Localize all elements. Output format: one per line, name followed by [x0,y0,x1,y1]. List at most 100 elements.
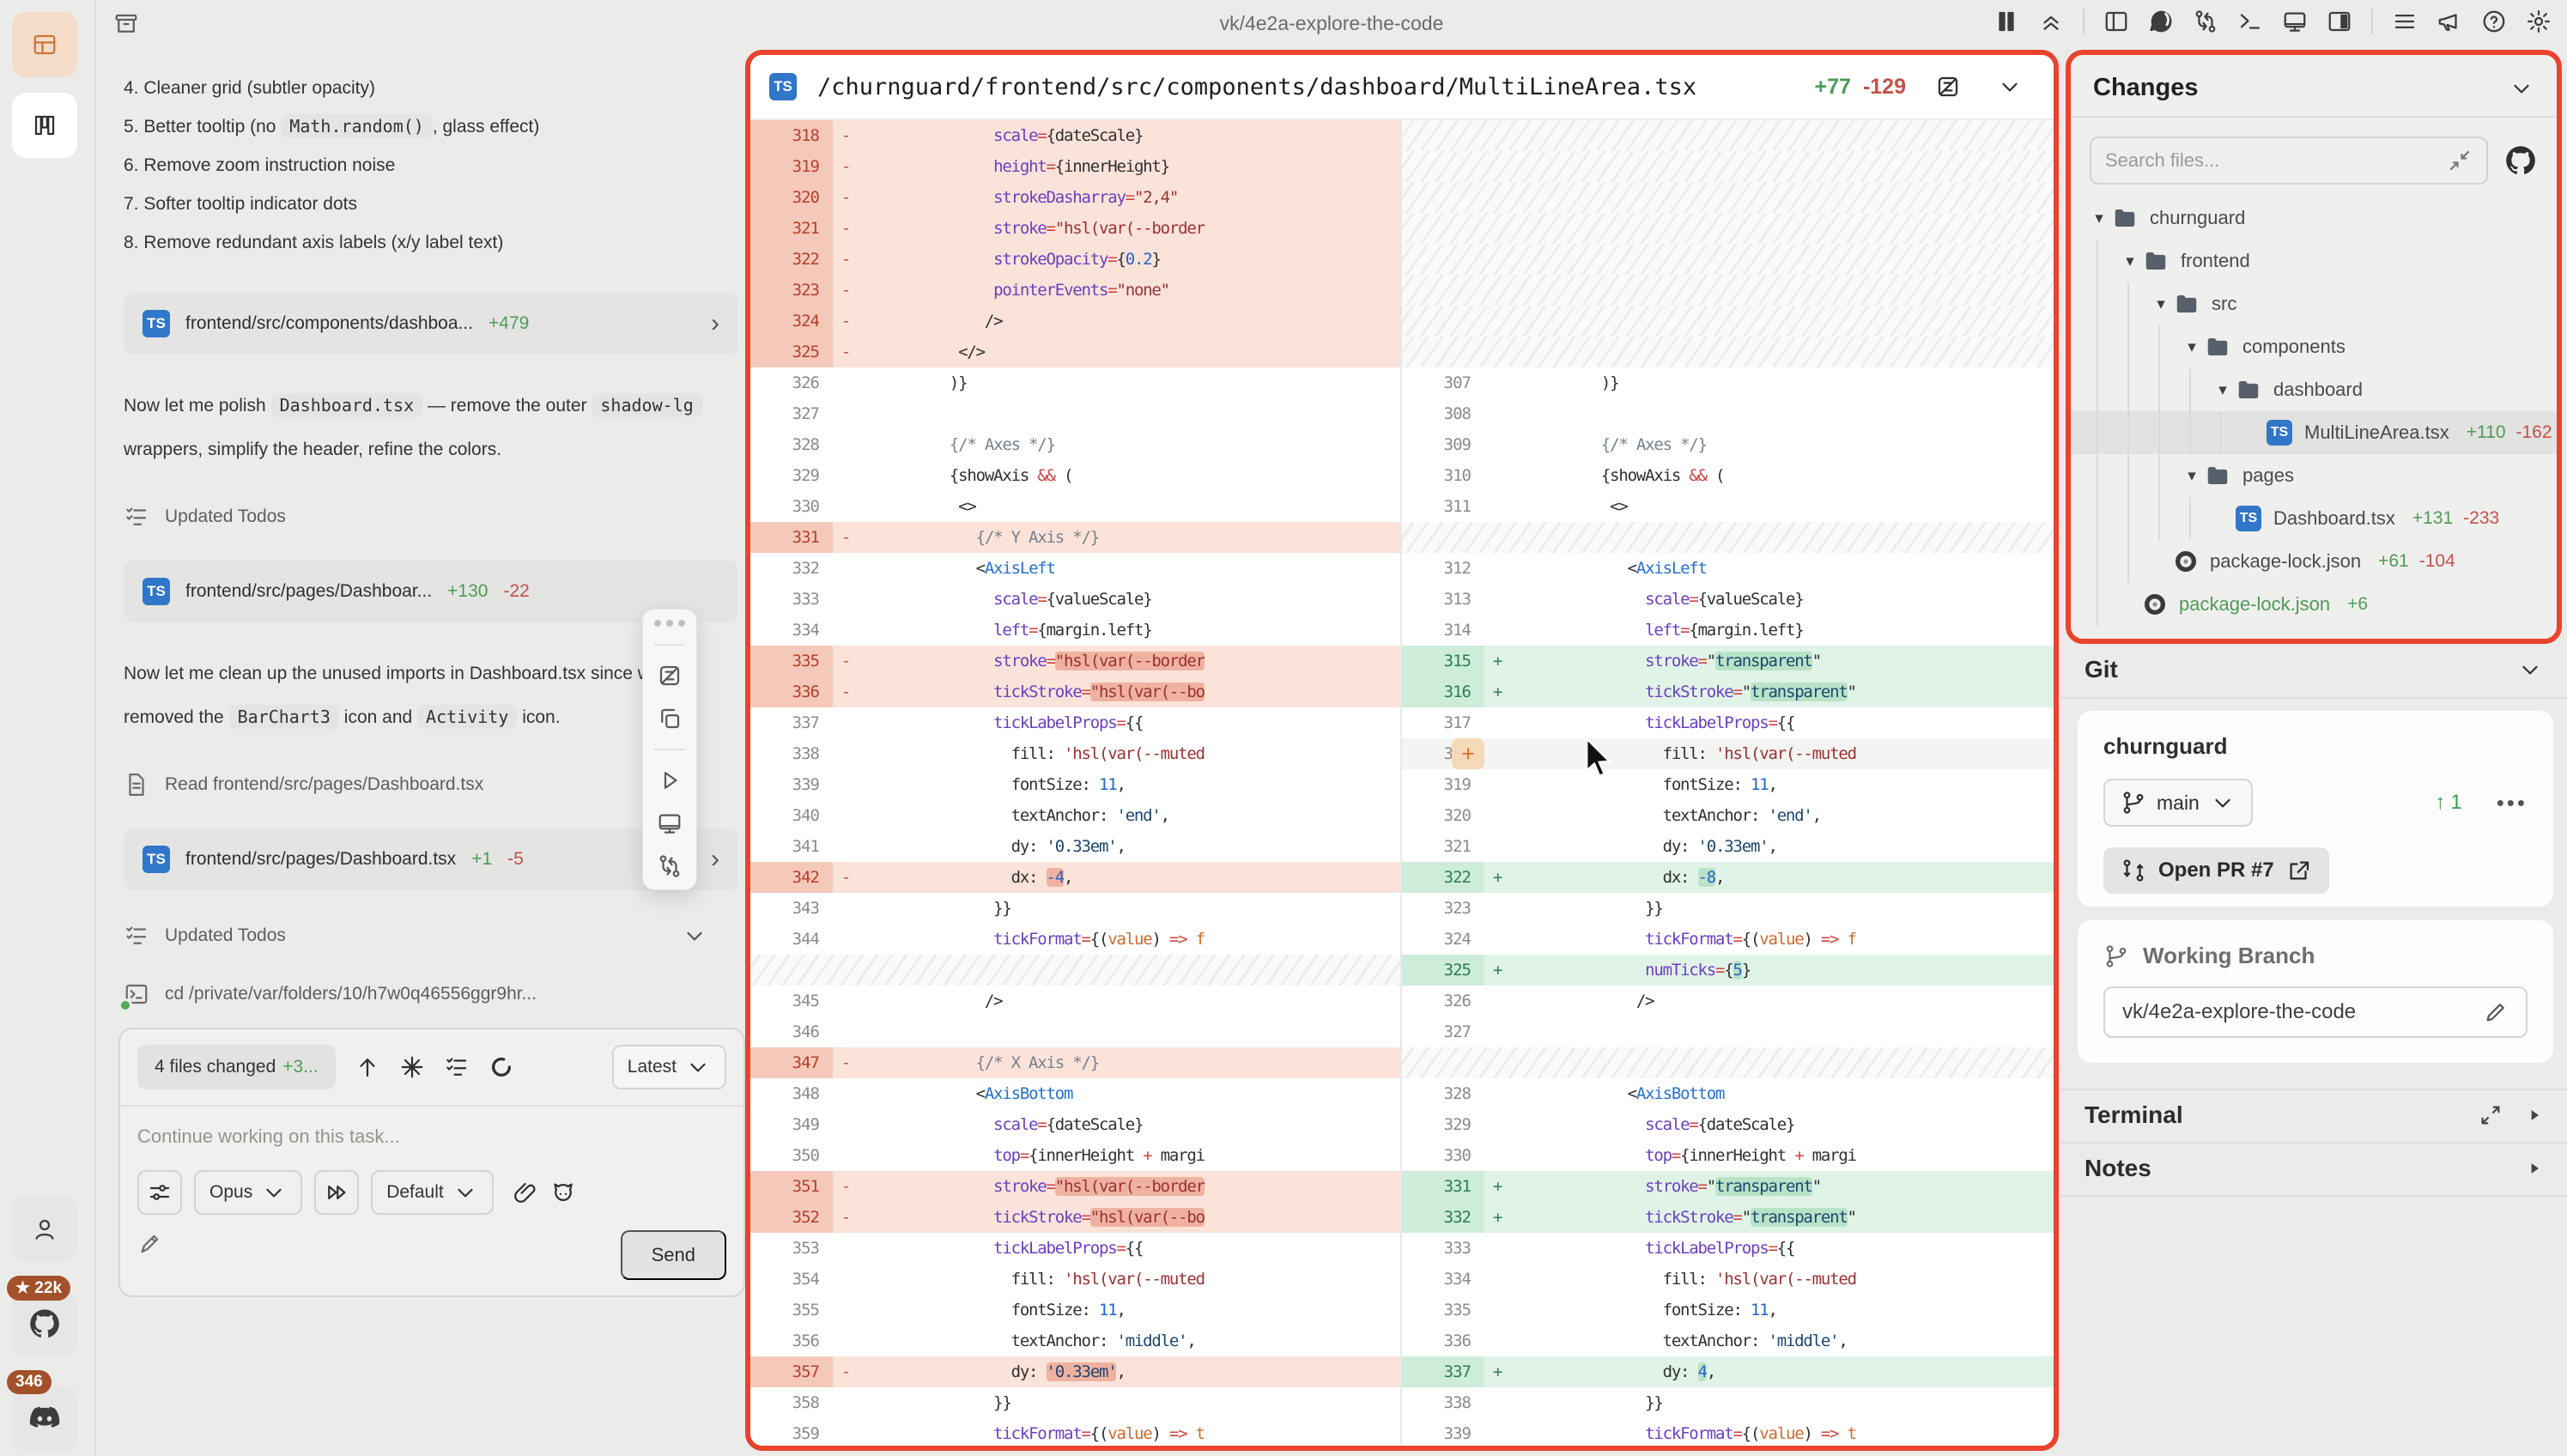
git-section-header[interactable]: Git [2060,656,2567,683]
tool-call-row[interactable]: cd /private/var/folders/10/h7w0q46556ggr… [124,981,730,1007]
rail-columns-button[interactable] [12,93,77,158]
diff-line[interactable]: 315+ stroke="transparent" [1402,646,2054,676]
diff-line[interactable]: 359 tickFormat={(value) => t [750,1418,1402,1449]
todo-list-icon[interactable] [444,1054,470,1080]
rail-layout-button[interactable] [12,12,77,77]
diff-line[interactable]: 332 <AxisLeft [750,553,1402,584]
diff-line[interactable]: 328 {/* Axes */} [750,429,1402,460]
file-diff-chip[interactable]: TSfrontend/src/components/dashboa...+479… [124,293,738,355]
diff-line[interactable]: 325+ numTicks={5} [1402,955,2054,986]
diff-line[interactable]: 317 tickLabelProps={{ [1402,707,2054,738]
more-options-icon[interactable]: ••• [2497,790,2528,816]
diff-icon[interactable] [1935,74,1961,100]
message-input[interactable]: Continue working on this task... [137,1125,726,1148]
tree-item-churnguard[interactable]: ▾churnguard [2071,197,2557,240]
diff-line[interactable]: 347- {/* X Axis */} [750,1047,1402,1078]
diff-line[interactable]: 308 [1402,398,2054,429]
drag-handle-icon[interactable] [654,620,685,627]
diff-line[interactable]: 335 fontSize: 11, [1402,1295,2054,1326]
diff-line[interactable]: 322+ dx: -8, [1402,862,2054,893]
diff-line[interactable]: 307 )} [1402,367,2054,398]
mode-dropdown[interactable]: Default [371,1170,494,1215]
diff-line[interactable]: 330 top={innerHeight + margi [1402,1140,2054,1171]
collapse-icon[interactable] [2447,148,2473,173]
diff-line[interactable]: 323 }} [1402,893,2054,924]
diff-line[interactable]: 338 fill: 'hsl(var(--muted [750,738,1402,769]
discord-button[interactable]: 346 [12,1386,77,1451]
diff-line[interactable]: 341 dy: '0.33em', [750,831,1402,862]
diff-line[interactable]: 349 scale={dateScale} [750,1109,1402,1140]
diff-line[interactable]: 329 {showAxis && ( [750,460,1402,491]
diff-line[interactable]: 357- dy: '0.33em', [750,1356,1402,1387]
diff-line[interactable]: 353 tickLabelProps={{ [750,1233,1402,1264]
diff-line[interactable]: 358 }} [750,1387,1402,1418]
edit-pencil-icon[interactable] [2483,999,2509,1025]
diff-icon[interactable] [657,663,683,689]
tool-call-row[interactable]: Read frontend/src/pages/Dashboard.tsx [124,772,730,798]
diff-line[interactable]: 325- </> [750,337,1402,367]
diff-line[interactable]: 327 [750,398,1402,429]
copy-icon[interactable] [657,706,683,731]
cat-icon[interactable] [550,1180,576,1205]
github-button[interactable]: ★ 22k [12,1291,77,1356]
diff-line[interactable]: 323- pointerEvents="none" [750,275,1402,306]
diff-line[interactable]: 356 textAnchor: 'middle', [750,1326,1402,1356]
tree-item-dashboard[interactable]: ▾dashboard [2071,368,2557,411]
tool-call-row[interactable]: Updated Todos [124,504,730,530]
diff-line[interactable]: 336 textAnchor: 'middle', [1402,1326,2054,1356]
notes-section-header[interactable]: Notes [2060,1144,2567,1193]
open-pr-button[interactable]: Open PR #7 [2103,847,2329,894]
search-files-input[interactable]: Search files... [2090,136,2488,185]
diff-line[interactable]: 344 tickFormat={(value) => f [750,924,1402,955]
tool-call-row[interactable]: Updated Todos [124,923,730,949]
tree-item-src[interactable]: ▾src [2071,282,2557,325]
tree-item-pages[interactable]: ▾pages [2071,454,2557,497]
pause-icon[interactable] [1994,9,2019,34]
diff-line[interactable]: 321- stroke="hsl(var(--border [750,213,1402,244]
chevron-right-icon[interactable] [2526,1107,2543,1124]
diff-line[interactable]: 352- tickStroke="hsl(var(--bo [750,1202,1402,1233]
chevron-down-icon[interactable] [1997,74,2023,100]
diff-line[interactable]: 320- strokeDasharray="2,4" [750,182,1402,213]
chevron-right-icon[interactable] [2526,1160,2543,1177]
diff-line[interactable]: 339 tickFormat={(value) => t [1402,1418,2054,1449]
diff-line[interactable]: 316+ tickStroke="transparent" [1402,676,2054,707]
diff-line[interactable]: 334 fill: 'hsl(var(--muted [1402,1264,2054,1295]
diff-line[interactable]: 326 )} [750,367,1402,398]
diff-line[interactable]: 309 {/* Axes */} [1402,429,2054,460]
diff-line[interactable]: 318+ fill: 'hsl(var(--muted [1402,738,2054,769]
diff-line[interactable]: 334 left={margin.left} [750,615,1402,646]
diff-line[interactable]: 324 tickFormat={(value) => f [1402,924,2054,955]
git-compare-icon[interactable] [657,853,683,879]
burst-icon[interactable] [399,1054,425,1080]
add-comment-button[interactable]: + [1452,738,1484,769]
diff-line[interactable]: 348 <AxisBottom [750,1078,1402,1109]
diff-line[interactable]: 321 dy: '0.33em', [1402,831,2054,862]
diff-line[interactable]: 319 fontSize: 11, [1402,769,2054,800]
account-button[interactable] [12,1197,77,1262]
diff-line[interactable]: 312 <AxisLeft [1402,553,2054,584]
settings-sliders-button[interactable] [137,1170,182,1215]
tree-item-package-lock-json[interactable]: package-lock.json+61-104 [2071,540,2557,583]
paperclip-icon[interactable] [513,1180,538,1205]
tree-item-package-lock-json[interactable]: package-lock.json+6 [2071,583,2557,626]
diff-line[interactable]: 331- {/* Y Axis */} [750,522,1402,553]
send-button[interactable]: Send [621,1230,726,1280]
model-dropdown[interactable]: Opus [194,1170,302,1215]
diff-line[interactable]: 337 tickLabelProps={{ [750,707,1402,738]
diff-line[interactable]: 327 [1402,1016,2054,1047]
diff-line[interactable]: 324- /> [750,306,1402,337]
diff-line[interactable]: 345 /> [750,986,1402,1016]
diff-line[interactable]: 343 }} [750,893,1402,924]
expand-icon[interactable] [2478,1102,2503,1128]
github-icon[interactable] [2503,143,2538,178]
branch-dropdown[interactable]: main [2103,779,2253,827]
diff-line[interactable]: 326 /> [1402,986,2054,1016]
diff-line[interactable]: 318- scale={dateScale} [750,120,1402,151]
diff-line[interactable]: 351- stroke="hsl(var(--border [750,1171,1402,1202]
tree-item-components[interactable]: ▾components [2071,325,2557,368]
diff-line[interactable]: 333 tickLabelProps={{ [1402,1233,2054,1264]
tree-item-frontend[interactable]: ▾frontend [2071,240,2557,282]
diff-line[interactable]: 354 fill: 'hsl(var(--muted [750,1264,1402,1295]
diff-line[interactable]: 346 [750,1016,1402,1047]
